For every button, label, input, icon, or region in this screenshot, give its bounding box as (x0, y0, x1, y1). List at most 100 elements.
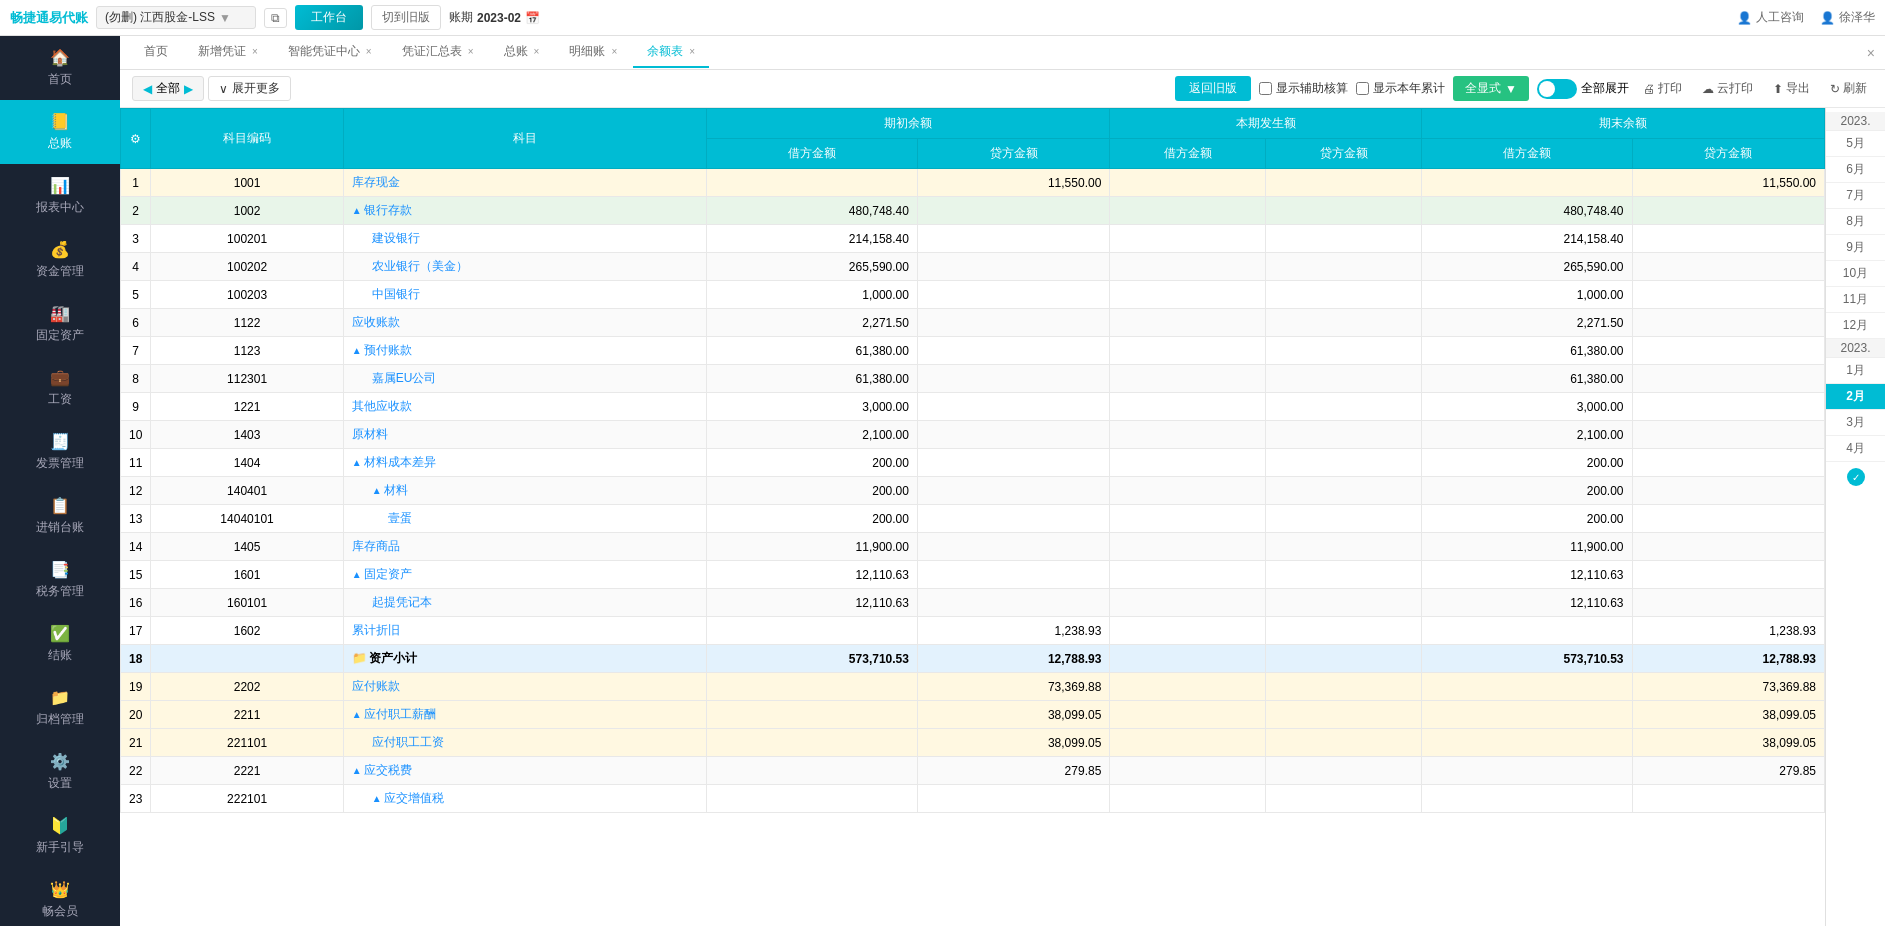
tab-ledger[interactable]: 总账 × (490, 37, 554, 68)
user-profile[interactable]: 👤 徐泽华 (1820, 9, 1875, 26)
right-panel-month-2[interactable]: 2月 (1826, 384, 1885, 410)
td-name[interactable]: ▲银行存款 (343, 197, 707, 225)
expand-icon[interactable]: ▲ (352, 709, 362, 720)
workbench-button[interactable]: 工作台 (295, 5, 363, 30)
expand-toggle-switch[interactable] (1537, 79, 1577, 99)
account-link[interactable]: 累计折旧 (352, 623, 400, 637)
sidebar-item-purchase[interactable]: 📋 进销台账 (0, 484, 120, 548)
sidebar-item-archive[interactable]: 📁 归档管理 (0, 676, 120, 740)
tab-detail-close[interactable]: × (611, 46, 617, 57)
sidebar-item-guide[interactable]: 🔰 新手引导 (0, 804, 120, 868)
consult-btn[interactable]: 👤 人工咨询 (1737, 9, 1804, 26)
company-selector[interactable]: (勿删) 江西股金-LSS ▼ (96, 6, 256, 29)
account-link[interactable]: 建设银行 (372, 231, 420, 245)
sidebar-item-capital[interactable]: 💰 资金管理 (0, 228, 120, 292)
td-name[interactable]: ▲材料 (343, 477, 707, 505)
account-link[interactable]: 应交增值税 (384, 791, 444, 805)
tab-ledger-close[interactable]: × (534, 46, 540, 57)
show-aux-calc-label[interactable]: 显示辅助核算 (1276, 80, 1348, 97)
tab-detail[interactable]: 明细账 × (555, 37, 631, 68)
refresh-btn[interactable]: ↻ 刷新 (1824, 77, 1873, 100)
right-panel-month-10[interactable]: 10月 (1826, 261, 1885, 287)
copy-icon-btn[interactable]: ⧉ (264, 8, 287, 28)
right-panel-month-8[interactable]: 8月 (1826, 209, 1885, 235)
right-panel-month-11[interactable]: 11月 (1826, 287, 1885, 313)
account-link[interactable]: 原材料 (352, 427, 388, 441)
account-link[interactable]: 库存现金 (352, 175, 400, 189)
sidebar-item-setting[interactable]: ⚙️ 设置 (0, 740, 120, 804)
sidebar-item-settle[interactable]: ✅ 结账 (0, 612, 120, 676)
right-panel-month-12[interactable]: 12月 (1826, 313, 1885, 339)
tab-new-voucher-close[interactable]: × (252, 46, 258, 57)
td-name[interactable]: 建设银行 (343, 225, 707, 253)
expand-more-btn[interactable]: ∨ 展开更多 (208, 76, 291, 101)
print-btn[interactable]: 🖨 打印 (1637, 77, 1688, 100)
sidebar-item-home[interactable]: 🏠 首页 (0, 36, 120, 100)
tab-close-all[interactable]: × (1857, 45, 1885, 61)
right-panel-month-1[interactable]: 1月 (1826, 358, 1885, 384)
right-panel-month-5[interactable]: 5月 (1826, 131, 1885, 157)
account-link[interactable]: 起提凭记本 (372, 595, 432, 609)
account-link[interactable]: 应交税费 (364, 763, 412, 777)
right-panel-month-6[interactable]: 6月 (1826, 157, 1885, 183)
right-panel-month-4[interactable]: 4月 (1826, 436, 1885, 462)
account-link[interactable]: 应收账款 (352, 315, 400, 329)
account-link[interactable]: 材料 (384, 483, 408, 497)
td-name[interactable]: ▲应交税费 (343, 757, 707, 785)
td-name[interactable]: 库存商品 (343, 533, 707, 561)
td-name[interactable]: 起提凭记本 (343, 589, 707, 617)
right-panel-month-3[interactable]: 3月 (1826, 410, 1885, 436)
td-name[interactable]: ▲材料成本差异 (343, 449, 707, 477)
td-name[interactable]: 其他应收款 (343, 393, 707, 421)
td-name[interactable]: 库存现金 (343, 169, 707, 197)
expand-icon[interactable]: ▲ (352, 205, 362, 216)
td-name[interactable]: 应付职工工资 (343, 729, 707, 757)
switch-old-btn[interactable]: 切到旧版 (371, 5, 441, 30)
tab-home[interactable]: 首页 (130, 37, 182, 68)
right-panel-circle-btn[interactable]: ✓ (1847, 468, 1865, 486)
tab-balance[interactable]: 余额表 × (633, 37, 709, 68)
show-year-cum-label[interactable]: 显示本年累计 (1373, 80, 1445, 97)
td-name[interactable]: ▲固定资产 (343, 561, 707, 589)
account-link[interactable]: 预付账款 (364, 343, 412, 357)
td-name[interactable]: 农业银行（美金） (343, 253, 707, 281)
account-link[interactable]: 嘉属EU公司 (372, 371, 437, 385)
th-settings[interactable]: ⚙ (121, 109, 151, 169)
td-name[interactable]: 原材料 (343, 421, 707, 449)
sidebar-item-ledger[interactable]: 📒 总账 (0, 100, 120, 164)
right-panel-month-7[interactable]: 7月 (1826, 183, 1885, 209)
right-panel-month-9[interactable]: 9月 (1826, 235, 1885, 261)
tab-balance-close[interactable]: × (689, 46, 695, 57)
td-name[interactable]: 应收账款 (343, 309, 707, 337)
account-link[interactable]: 壹蛋 (388, 511, 412, 525)
sidebar-item-report[interactable]: 📊 报表中心 (0, 164, 120, 228)
format-btn[interactable]: 全显式 ▼ (1453, 76, 1529, 101)
account-link[interactable]: 固定资产 (364, 567, 412, 581)
expand-icon[interactable]: ▲ (372, 793, 382, 804)
tab-new-voucher[interactable]: 新增凭证 × (184, 37, 272, 68)
tab-smart-center-close[interactable]: × (366, 46, 372, 57)
td-name[interactable]: 📁资产小计 (343, 645, 707, 673)
show-year-cum-checkbox[interactable] (1356, 82, 1369, 95)
account-link[interactable]: 库存商品 (352, 539, 400, 553)
sidebar-item-wage[interactable]: 💼 工资 (0, 356, 120, 420)
account-link[interactable]: 其他应收款 (352, 399, 412, 413)
return-old-btn[interactable]: 返回旧版 (1175, 76, 1251, 101)
cloud-print-btn[interactable]: ☁ 云打印 (1696, 77, 1759, 100)
account-link[interactable]: 应付职工工资 (372, 735, 444, 749)
filter-all-btn[interactable]: ◀ 全部 ▶ (132, 76, 204, 101)
tab-smart-center[interactable]: 智能凭证中心 × (274, 37, 386, 68)
account-link[interactable]: 应付账款 (352, 679, 400, 693)
td-name[interactable]: 壹蛋 (343, 505, 707, 533)
expand-icon[interactable]: ▲ (352, 457, 362, 468)
expand-icon[interactable]: ▲ (352, 765, 362, 776)
show-aux-calc-checkbox[interactable] (1259, 82, 1272, 95)
sidebar-item-member[interactable]: 👑 畅会员 (0, 868, 120, 926)
td-name[interactable]: ▲应交增值税 (343, 785, 707, 813)
expand-icon[interactable]: ▲ (352, 569, 362, 580)
account-link[interactable]: 中国银行 (372, 287, 420, 301)
expand-icon[interactable]: ▲ (352, 345, 362, 356)
account-link[interactable]: 农业银行（美金） (372, 259, 468, 273)
sidebar-item-asset[interactable]: 🏭 固定资产 (0, 292, 120, 356)
td-name[interactable]: 中国银行 (343, 281, 707, 309)
